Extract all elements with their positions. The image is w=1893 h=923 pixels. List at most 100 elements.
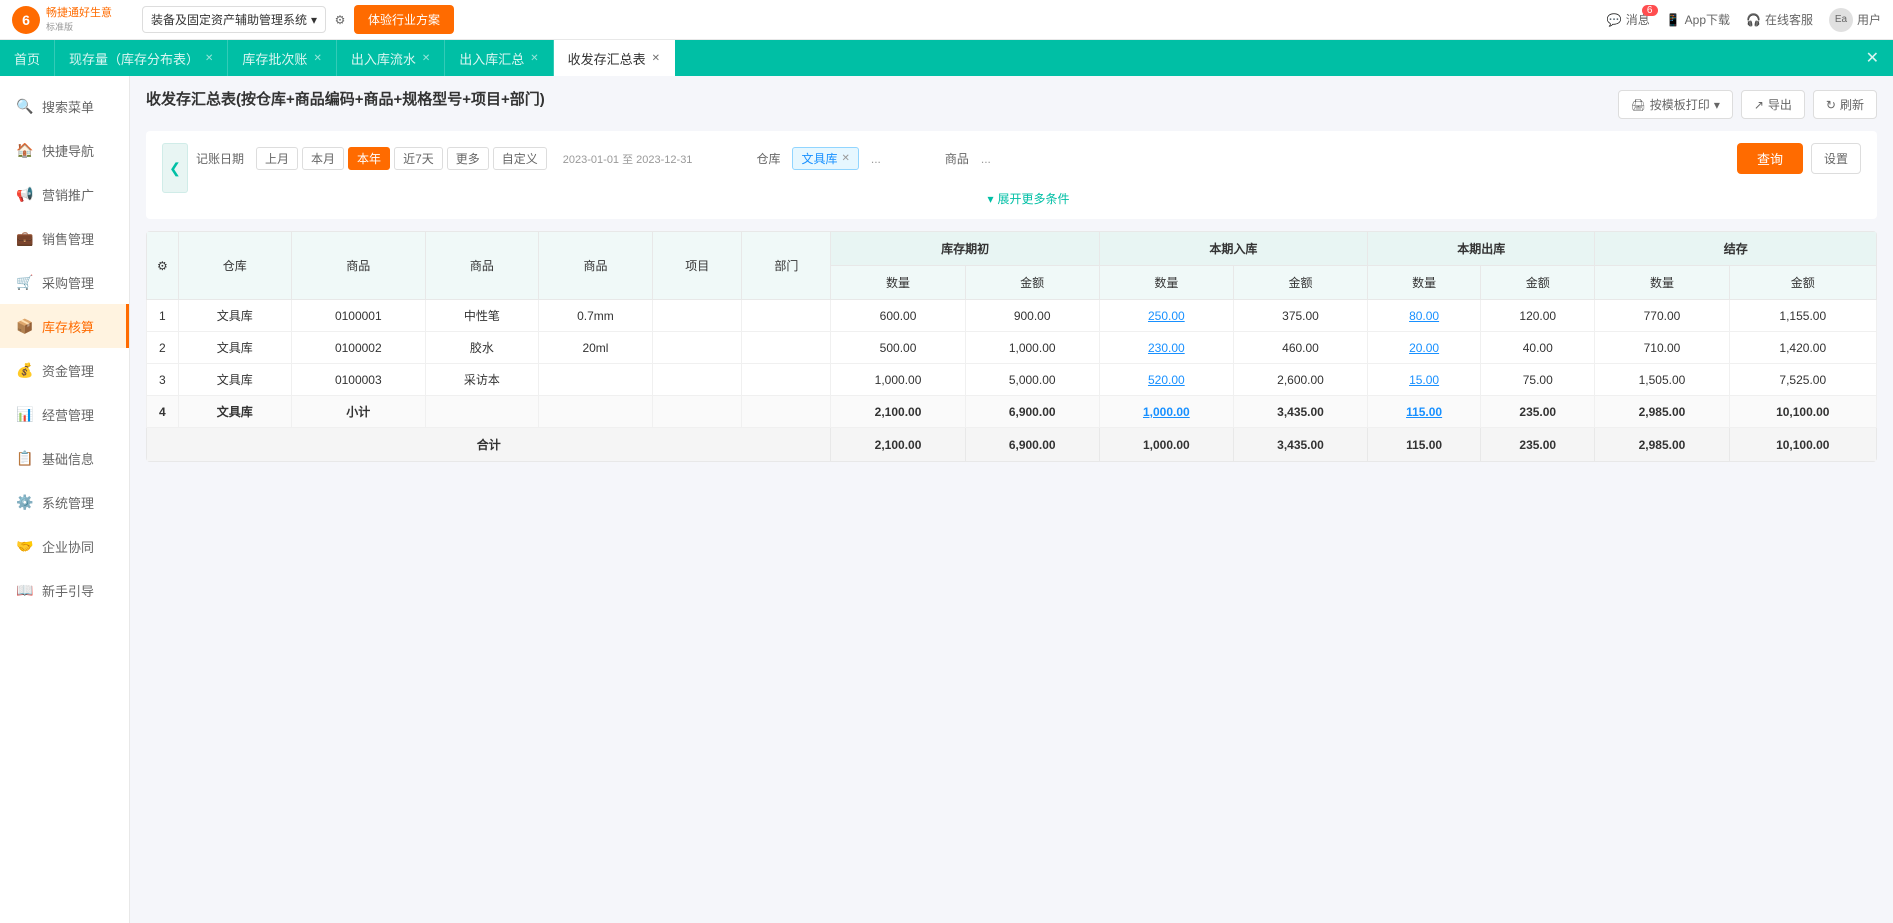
row2-spec: 20ml xyxy=(538,332,652,364)
date-btn-custom[interactable]: 自定义 xyxy=(493,147,547,170)
row2-warehouse: 文具库 xyxy=(178,332,291,364)
setting-btn[interactable]: 设置 xyxy=(1811,143,1861,174)
finance-icon: 💰 xyxy=(16,361,34,379)
tab-in-out-summary-close[interactable]: ✕ xyxy=(530,53,538,64)
sidebar-item-guide-label: 新手引导 xyxy=(42,581,94,600)
row1-init-amt: 900.00 xyxy=(965,300,1099,332)
sidebar-item-system[interactable]: ⚙️ 系统管理 xyxy=(0,480,129,524)
tab-inventory-dist-close[interactable]: ✕ xyxy=(205,53,213,64)
sidebar-item-guide[interactable]: 📖 新手引导 xyxy=(0,568,129,612)
warehouse-label: 仓库 xyxy=(756,150,780,167)
row2-out-qty[interactable]: 20.00 xyxy=(1368,332,1481,364)
goods-ellipsis[interactable]: ... xyxy=(981,152,991,166)
sidebar-item-basic-info[interactable]: 📋 基础信息 xyxy=(0,436,129,480)
row3-project xyxy=(653,364,742,396)
row2-num: 2 xyxy=(147,332,179,364)
row1-out-qty[interactable]: 80.00 xyxy=(1368,300,1481,332)
tab-in-out-flow[interactable]: 出入库流水 ✕ xyxy=(337,40,445,76)
inventory-icon: 📦 xyxy=(16,317,34,335)
table-row: 1 文具库 0100001 中性笔 0.7mm 600.00 900.00 25… xyxy=(147,300,1877,332)
main-layout: 🔍 搜索菜单 🏠 快捷导航 📢 营销推广 💼 销售管理 🛒 采购管理 📦 库存核… xyxy=(0,76,1893,923)
refresh-btn[interactable]: ↻ 刷新 xyxy=(1813,90,1877,119)
row3-init-qty: 1,000.00 xyxy=(831,364,965,396)
user-area[interactable]: Ea 用户 xyxy=(1829,8,1881,32)
row1-code: 0100001 xyxy=(291,300,425,332)
sidebar-item-purchase[interactable]: 🛒 采购管理 xyxy=(0,260,129,304)
row3-in-qty[interactable]: 520.00 xyxy=(1099,364,1233,396)
row2-in-qty[interactable]: 230.00 xyxy=(1099,332,1233,364)
th-dept: 部门 xyxy=(742,232,831,300)
experience-btn[interactable]: 体验行业方案 xyxy=(354,5,454,34)
date-btn-this-month[interactable]: 本月 xyxy=(302,147,344,170)
th-settings[interactable]: ⚙ xyxy=(147,232,179,300)
date-btn-more[interactable]: 更多 xyxy=(447,147,489,170)
date-btn-7days[interactable]: 近7天 xyxy=(394,147,443,170)
headset-icon: 🎧 xyxy=(1746,13,1761,27)
warehouse-tag-close[interactable]: ✕ xyxy=(841,153,849,164)
tab-collect-summary[interactable]: 收发存汇总表 ✕ xyxy=(554,40,675,76)
query-btn[interactable]: 查询 xyxy=(1737,143,1803,174)
sidebar-item-quick-nav[interactable]: 🏠 快捷导航 xyxy=(0,128,129,172)
subtotal-bal-amt: 10,100.00 xyxy=(1729,396,1876,428)
row1-init-qty: 600.00 xyxy=(831,300,965,332)
sidebar-item-marketing[interactable]: 📢 营销推广 xyxy=(0,172,129,216)
date-btn-last-month[interactable]: 上月 xyxy=(256,147,298,170)
collapse-btn[interactable]: ❮ xyxy=(162,143,188,193)
sidebar-item-inventory[interactable]: 📦 库存核算 xyxy=(0,304,129,348)
subtotal-bal-qty: 2,985.00 xyxy=(1595,396,1729,428)
row3-out-qty[interactable]: 15.00 xyxy=(1368,364,1481,396)
tab-inventory-dist[interactable]: 现存量（库存分布表） ✕ xyxy=(55,40,228,76)
export-btn[interactable]: ↗ 导出 xyxy=(1741,90,1805,119)
sidebar-item-search[interactable]: 🔍 搜索菜单 xyxy=(0,84,129,128)
purchase-icon: 🛒 xyxy=(16,273,34,291)
total-out-amt: 235.00 xyxy=(1481,428,1595,462)
print-btn-label: 按模板打印 xyxy=(1650,96,1710,113)
app-download-btn[interactable]: 📱 App下载 xyxy=(1666,11,1730,28)
print-btn[interactable]: 🖨 按模板打印 ▾ xyxy=(1618,90,1733,119)
page-container: 收发存汇总表(按仓库+商品编码+商品+规格型号+项目+部门) 🖨 按模板打印 ▾… xyxy=(130,76,1893,474)
settings-icon-btn[interactable]: ⚙ xyxy=(326,6,354,34)
sidebar-item-finance[interactable]: 💰 资金管理 xyxy=(0,348,129,392)
subtotal-in-qty[interactable]: 1,000.00 xyxy=(1099,396,1233,428)
tab-batch-ledger[interactable]: 库存批次账 ✕ xyxy=(228,40,336,76)
tab-bar-close-all[interactable]: ✕ xyxy=(1852,48,1893,68)
warehouse-ellipsis[interactable]: ... xyxy=(871,152,881,166)
home-icon: 🏠 xyxy=(16,141,34,159)
row1-in-qty[interactable]: 250.00 xyxy=(1099,300,1233,332)
row3-code: 0100003 xyxy=(291,364,425,396)
sidebar-item-search-label: 搜索菜单 xyxy=(42,97,94,116)
date-range: 2023-01-01 至 2023-12-31 xyxy=(563,151,693,167)
export-icon: ↗ xyxy=(1754,98,1764,112)
tab-collect-summary-label: 收发存汇总表 xyxy=(568,49,646,68)
message-badge: 6 xyxy=(1642,5,1658,16)
expand-btn[interactable]: ▾ 展开更多条件 xyxy=(987,190,1069,207)
chevron-down-icon: ▾ xyxy=(1714,98,1720,112)
sidebar-item-quick-nav-label: 快捷导航 xyxy=(42,141,94,160)
tab-in-out-flow-close[interactable]: ✕ xyxy=(422,53,430,64)
total-out-qty: 115.00 xyxy=(1368,428,1481,462)
date-btn-this-year[interactable]: 本年 xyxy=(348,147,390,170)
th-balance: 结存 xyxy=(1595,232,1877,266)
th-out-qty: 数量 xyxy=(1368,266,1481,300)
tab-batch-ledger-close[interactable]: ✕ xyxy=(313,53,321,64)
tab-home[interactable]: 首页 xyxy=(0,40,55,76)
message-btn[interactable]: 💬 消息 6 xyxy=(1607,11,1650,28)
row3-num: 3 xyxy=(147,364,179,396)
total-init-amt: 6,900.00 xyxy=(965,428,1099,462)
row1-in-amt: 375.00 xyxy=(1233,300,1367,332)
refresh-btn-label: 刷新 xyxy=(1840,96,1864,113)
main-table: ⚙ 仓库 商品 商品 商品 项目 部门 库存期初 本期入库 本期出库 结存 xyxy=(146,231,1877,462)
total-bal-amt: 10,100.00 xyxy=(1729,428,1876,462)
system-title-dropdown[interactable]: 装备及固定资产辅助管理系统 ▾ xyxy=(142,6,326,33)
tab-in-out-summary[interactable]: 出入库汇总 ✕ xyxy=(445,40,553,76)
online-service-btn[interactable]: 🎧 在线客服 xyxy=(1746,11,1813,28)
table-settings-icon[interactable]: ⚙ xyxy=(157,259,168,273)
tab-collect-summary-close[interactable]: ✕ xyxy=(652,53,660,64)
message-icon: 💬 xyxy=(1607,13,1622,27)
logo-text: 畅捷通好生意 xyxy=(46,6,112,20)
sidebar-item-operation[interactable]: 📊 经营管理 xyxy=(0,392,129,436)
sidebar-item-sales[interactable]: 💼 销售管理 xyxy=(0,216,129,260)
subtotal-out-qty[interactable]: 115.00 xyxy=(1368,396,1481,428)
sidebar-item-enterprise[interactable]: 🤝 企业协同 xyxy=(0,524,129,568)
tab-inventory-dist-label: 现存量（库存分布表） xyxy=(69,49,199,68)
